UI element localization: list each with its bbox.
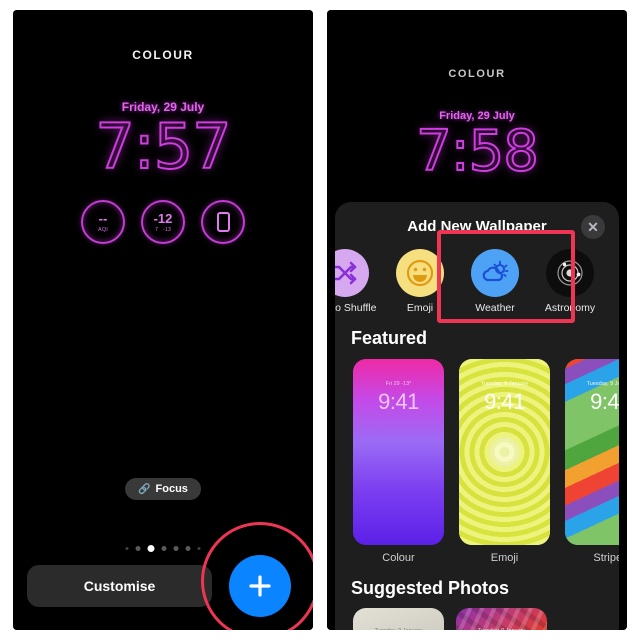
thumb-date: Tuesday, 9 January [456, 628, 547, 630]
wallpaper-card-stripes[interactable]: Tuesday, 9 January 9:41 Stripes [565, 359, 619, 564]
page-dot[interactable] [173, 546, 179, 551]
temp-low: 7 [154, 226, 159, 233]
customise-button[interactable]: Customise [27, 565, 212, 607]
suggested-photos-row: Tuesday, 9 January 9:41 Tuesday, 9 Janua… [353, 608, 619, 630]
wallpaper-category-row: Photo Shuffle Emoji [335, 249, 619, 314]
focus-label: Focus [155, 483, 188, 495]
category-weather[interactable]: Weather [463, 249, 527, 314]
thumb-time: 9:41 [484, 389, 525, 415]
lock-clock: 7:57 [94, 110, 232, 183]
wallpaper-label: Stripes [593, 552, 619, 565]
add-wallpaper-sheet: Add New Wallpaper ✕ Photo Shuffle [335, 202, 619, 630]
lock-widgets-row: -- AQI -12 7 -13 [81, 200, 245, 244]
page-dot[interactable] [161, 546, 167, 551]
category-label: Colour [612, 302, 619, 314]
add-wallpaper-button[interactable] [229, 555, 291, 617]
lock-clock-right: 7:58 [415, 119, 540, 184]
thumb-time: 9:41 [590, 389, 619, 415]
link-icon: 🔗 [138, 483, 151, 495]
plus-icon [249, 575, 271, 597]
category-emoji[interactable]: Emoji [388, 249, 452, 314]
page-indicator-dots[interactable] [125, 545, 201, 552]
photo-detail [456, 608, 547, 630]
page-dot[interactable] [125, 547, 129, 550]
phone-icon [216, 212, 230, 232]
suggested-photo-card[interactable]: Tuesday, 9 January 9:41 [353, 608, 444, 630]
featured-section-title: Featured [351, 328, 428, 349]
thumb-date: Tuesday, 9 January [480, 381, 529, 388]
wallpaper-card-emoji[interactable]: Tuesday, 9 January 9:41 Emoji [459, 359, 550, 564]
wallpaper-card-colour[interactable]: Fri 29 -13° 9:41 Colour [353, 359, 444, 564]
wallpaper-thumbnail[interactable]: Fri 29 -13° 9:41 [353, 359, 444, 546]
sheet-title: Add New Wallpaper [407, 218, 547, 235]
temp-high: -13 [163, 226, 171, 233]
suggested-photos-section-title: Suggested Photos [351, 578, 510, 599]
weather-icon [471, 249, 519, 297]
lock-screen-preview[interactable]: COLOUR Friday, 29 July 7:57 -- AQI -12 7… [13, 10, 313, 630]
category-colour[interactable]: Colour [613, 249, 619, 314]
thumb-date: Tuesday, 9 January [586, 381, 619, 388]
wallpaper-name-label: COLOUR [132, 48, 194, 62]
temperature-range: 7 -13 [155, 227, 171, 233]
widget-temperature[interactable]: -12 7 -13 [141, 200, 185, 244]
featured-wallpaper-row: Fri 29 -13° 9:41 Colour Tuesday, 9 Janua… [353, 359, 619, 564]
shuffle-icon [335, 249, 369, 297]
category-astronomy[interactable]: Astronomy [538, 249, 602, 314]
focus-button[interactable]: 🔗 Focus [125, 478, 201, 500]
thumb-time: 9:41 [378, 389, 419, 415]
smiley-icon [396, 249, 444, 297]
wallpaper-thumbnail[interactable]: Tuesday, 9 January 9:41 [565, 359, 619, 546]
suggested-photo-card[interactable]: Tuesday, 9 January 9:41 [456, 608, 547, 630]
close-icon[interactable]: ✕ [581, 215, 605, 239]
aqi-value: -- [98, 210, 108, 226]
page-dot[interactable] [185, 546, 191, 551]
aqi-label: AQI [97, 226, 109, 233]
category-label: Emoji [406, 302, 434, 314]
page-dot-active[interactable] [147, 545, 155, 552]
widget-battery[interactable] [201, 200, 245, 244]
left-phone-panel: 😘❤️😃🔥😘❤️😃🔥😘❤️😃 COLOUR Friday, 29 July 7:… [13, 10, 313, 630]
astronomy-icon [546, 249, 594, 297]
thumb-date: Fri 29 -13° [385, 381, 412, 388]
wallpaper-label: Emoji [490, 552, 519, 565]
right-phone-panel: 😘❤️😃🔥😘❤️😃🔥😘❤️😃 COLOUR Friday, 29 July 7:… [327, 10, 627, 630]
page-dot[interactable] [135, 546, 141, 551]
page-dot[interactable] [197, 547, 201, 550]
wallpaper-name-label-right: COLOUR [448, 68, 506, 80]
category-photo-shuffle[interactable]: Photo Shuffle [335, 249, 377, 314]
widget-air-quality[interactable]: -- AQI [81, 200, 125, 244]
screenshot-root: 😘❤️😃🔥😘❤️😃🔥😘❤️😃 COLOUR Friday, 29 July 7:… [0, 0, 640, 640]
customise-label: Customise [83, 578, 156, 594]
temperature-value: -12 [153, 210, 173, 226]
category-label: Weather [475, 302, 515, 314]
category-label: Photo Shuffle [335, 302, 377, 314]
wallpaper-label: Colour [382, 552, 415, 565]
category-label: Astronomy [544, 302, 596, 314]
thumb-date: Tuesday, 9 January [353, 628, 444, 630]
wallpaper-thumbnail[interactable]: Tuesday, 9 January 9:41 [459, 359, 550, 546]
